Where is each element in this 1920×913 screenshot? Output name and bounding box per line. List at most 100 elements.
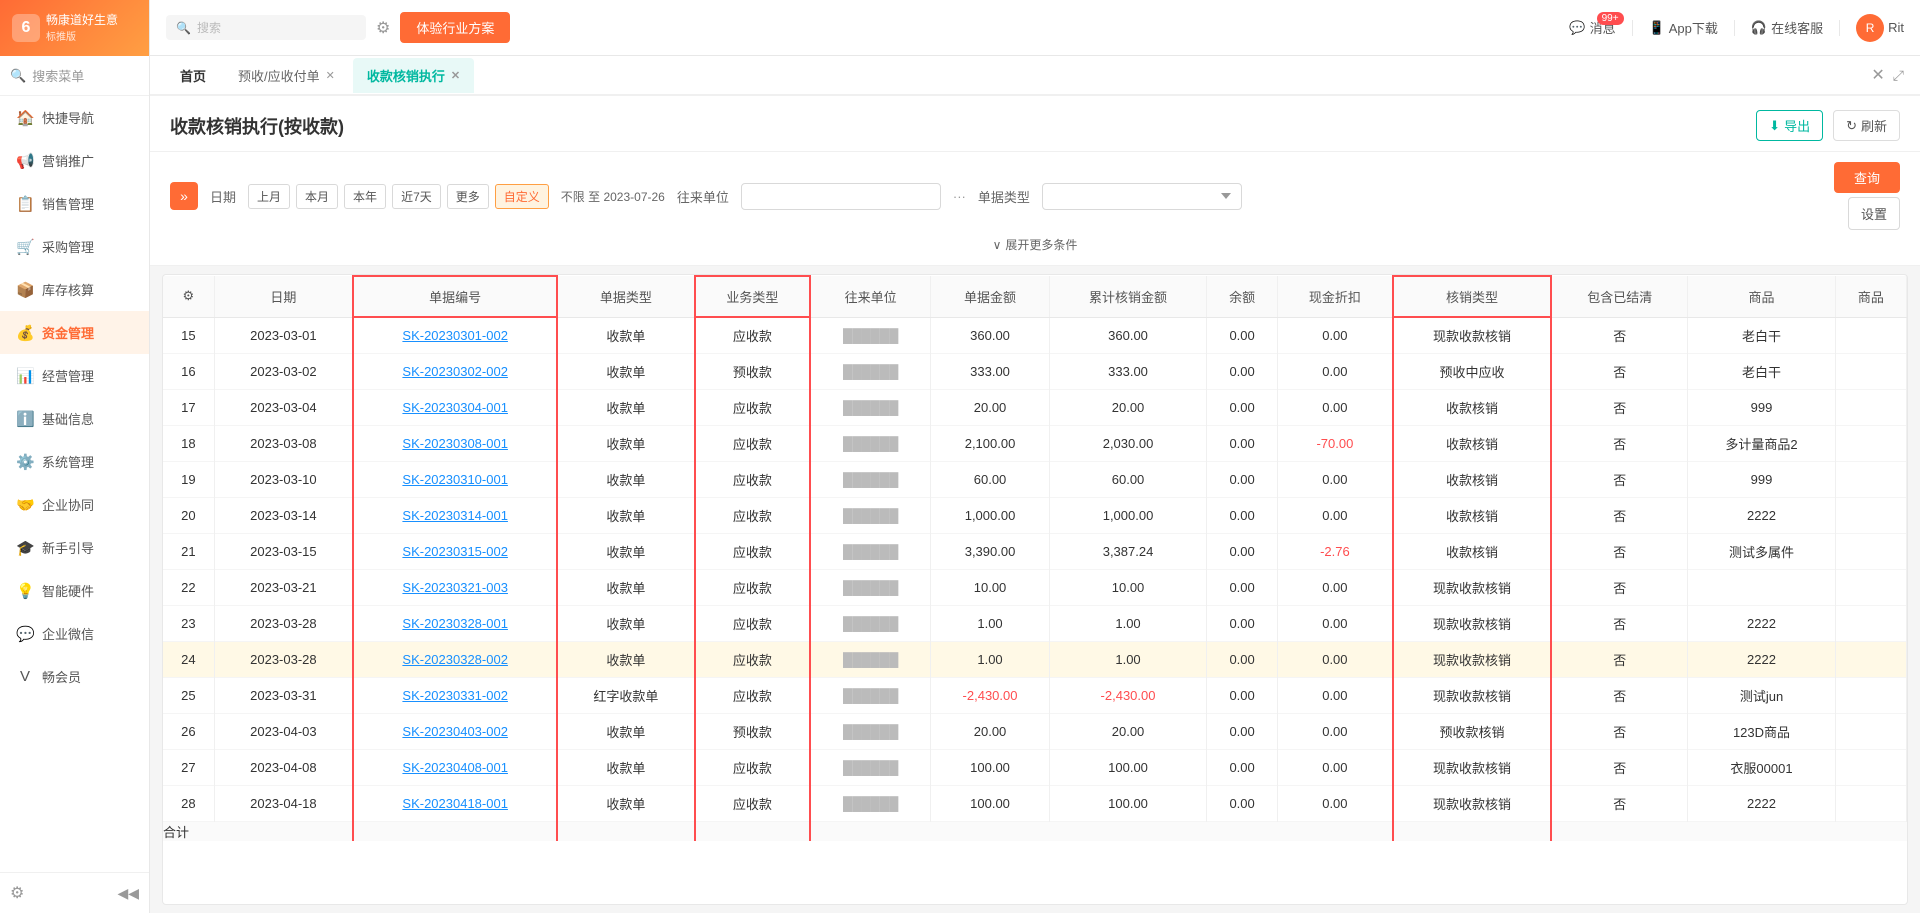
cell-goods2 xyxy=(1835,317,1906,354)
cell-voucher-no[interactable]: SK-20230315-002 xyxy=(353,534,557,570)
cell-voucher-no[interactable]: SK-20230308-001 xyxy=(353,426,557,462)
sidebar-item-operation[interactable]: 📊 经营管理 xyxy=(0,354,149,397)
expand-more-icon: ∨ xyxy=(993,238,1002,252)
voucher-link[interactable]: SK-20230304-001 xyxy=(402,400,508,415)
voucher-link[interactable]: SK-20230310-001 xyxy=(402,472,508,487)
sidebar-item-inventory[interactable]: 📦 库存核算 xyxy=(0,268,149,311)
sidebar-item-basic[interactable]: ℹ️ 基础信息 xyxy=(0,397,149,440)
cell-voucher-no[interactable]: SK-20230328-001 xyxy=(353,606,557,642)
sidebar-item-marketing[interactable]: 📢 营销推广 xyxy=(0,139,149,182)
sidebar-item-wechat[interactable]: 💬 企业微信 xyxy=(0,612,149,655)
cell-voucher-no[interactable]: SK-20230314-001 xyxy=(353,498,557,534)
cell-voucher-no[interactable]: SK-20230408-001 xyxy=(353,750,557,786)
tab-collection[interactable]: 收款核销执行 ✕ xyxy=(353,58,474,93)
tab-home[interactable]: 首页 xyxy=(166,58,220,93)
voucher-link[interactable]: SK-20230301-002 xyxy=(402,328,508,343)
voucher-link[interactable]: SK-20230314-001 xyxy=(402,508,508,523)
cell-voucher-no[interactable]: SK-20230403-002 xyxy=(353,714,557,750)
solution-button[interactable]: 体验行业方案 xyxy=(400,12,510,43)
sidebar-item-corp[interactable]: 🤝 企业协同 xyxy=(0,483,149,526)
voucher-link[interactable]: SK-20230308-001 xyxy=(402,436,508,451)
this-month-btn[interactable]: 本月 xyxy=(296,184,338,209)
sidebar-item-quick[interactable]: 🏠 快捷导航 xyxy=(0,96,149,139)
voucher-link[interactable]: SK-20230328-001 xyxy=(402,616,508,631)
sidebar-item-fund[interactable]: 💰 资金管理 xyxy=(0,311,149,354)
search-icon: 🔍 xyxy=(10,68,26,84)
app-download-btn[interactable]: 📱 App下载 xyxy=(1649,18,1718,37)
sidebar-item-sales[interactable]: 📋 销售管理 xyxy=(0,182,149,225)
custom-date-btn[interactable]: 自定义 xyxy=(495,184,549,209)
cell-amount: -2,430.00 xyxy=(931,678,1050,714)
last-7days-btn[interactable]: 近7天 xyxy=(392,184,441,209)
expand-more-bar[interactable]: ∨ 展开更多条件 xyxy=(170,230,1900,255)
online-service-btn[interactable]: 🎧 在线客服 xyxy=(1751,18,1823,37)
close-all-icon[interactable]: ✕ xyxy=(1871,65,1884,85)
cell-date: 2023-03-15 xyxy=(214,534,353,570)
table-row: 25 2023-03-31 SK-20230331-002 红字收款单 应收款 … xyxy=(163,678,1907,714)
user-menu[interactable]: R Rit xyxy=(1856,14,1904,42)
cell-voucher-no[interactable]: SK-20230418-001 xyxy=(353,786,557,822)
cell-voucher-no[interactable]: SK-20230328-002 xyxy=(353,642,557,678)
settings-button[interactable]: 设置 xyxy=(1848,197,1900,230)
partner-input[interactable] xyxy=(741,183,941,210)
query-button[interactable]: 查询 xyxy=(1834,162,1900,193)
cell-goods2 xyxy=(1835,426,1906,462)
voucher-link[interactable]: SK-20230418-001 xyxy=(402,796,508,811)
collapse-btn[interactable]: ◀◀ xyxy=(117,885,139,902)
voucher-link[interactable]: SK-20230331-002 xyxy=(402,688,508,703)
last-month-btn[interactable]: 上月 xyxy=(248,184,290,209)
voucher-link[interactable]: SK-20230302-002 xyxy=(402,364,508,379)
cell-voucher-no[interactable]: SK-20230301-002 xyxy=(353,317,557,354)
cell-voucher-no[interactable]: SK-20230331-002 xyxy=(353,678,557,714)
cell-cancel-type: 现款收款核销 xyxy=(1393,317,1552,354)
cell-date: 2023-04-03 xyxy=(214,714,353,750)
this-year-btn[interactable]: 本年 xyxy=(344,184,386,209)
voucher-type-select[interactable] xyxy=(1042,183,1242,210)
th-setting[interactable]: ⚙ xyxy=(163,276,214,317)
voucher-link[interactable]: SK-20230328-002 xyxy=(402,652,508,667)
refresh-button[interactable]: ↻ 刷新 xyxy=(1833,110,1900,141)
basic-icon: ℹ️ xyxy=(16,410,34,428)
cell-voucher-no[interactable]: SK-20230310-001 xyxy=(353,462,557,498)
filter-expand-button[interactable]: » xyxy=(170,182,198,210)
sidebar-search[interactable]: 🔍 搜索菜单 xyxy=(0,56,149,96)
voucher-link[interactable]: SK-20230403-002 xyxy=(402,724,508,739)
voucher-link[interactable]: SK-20230315-002 xyxy=(402,544,508,559)
sidebar-item-purchase[interactable]: 🛒 采购管理 xyxy=(0,225,149,268)
cell-voucher-no[interactable]: SK-20230304-001 xyxy=(353,390,557,426)
cell-voucher-no[interactable]: SK-20230302-002 xyxy=(353,354,557,390)
cell-balance: 0.00 xyxy=(1207,642,1278,678)
settings-icon[interactable]: ⚙ xyxy=(10,883,24,903)
sidebar-item-hardware[interactable]: 💡 智能硬件 xyxy=(0,569,149,612)
message-button[interactable]: 💬 消息 99+ xyxy=(1569,18,1615,37)
maximize-icon[interactable]: ⤢ xyxy=(1893,67,1904,84)
cell-no: 20 xyxy=(163,498,214,534)
more-date-btn[interactable]: 更多 xyxy=(447,184,489,209)
cell-cumulative: 333.00 xyxy=(1049,354,1206,390)
cell-balance: 0.00 xyxy=(1207,498,1278,534)
cell-no: 22 xyxy=(163,570,214,606)
sidebar-item-member[interactable]: V 畅会员 xyxy=(0,655,149,698)
partner-filter-label: 往来单位 xyxy=(677,187,729,206)
cell-include-settled: 否 xyxy=(1551,750,1687,786)
collection-tab-label: 收款核销执行 xyxy=(367,66,445,85)
cell-no: 27 xyxy=(163,750,214,786)
table-row: 28 2023-04-18 SK-20230418-001 收款单 应收款 ██… xyxy=(163,786,1907,822)
sidebar-item-guide[interactable]: 🎓 新手引导 xyxy=(0,526,149,569)
cell-partner: ██████ xyxy=(810,390,930,426)
export-button[interactable]: ⬇ 导出 xyxy=(1756,110,1823,141)
sidebar-item-system[interactable]: ⚙️ 系统管理 xyxy=(0,440,149,483)
tab-close-icon[interactable]: ✕ xyxy=(451,69,460,82)
tab-close-icon[interactable]: ✕ xyxy=(326,69,335,82)
cell-voucher-type: 收款单 xyxy=(557,534,694,570)
cell-goods2 xyxy=(1835,750,1906,786)
cell-voucher-no[interactable]: SK-20230321-003 xyxy=(353,570,557,606)
gear-icon[interactable]: ⚙ xyxy=(376,18,390,38)
voucher-link[interactable]: SK-20230408-001 xyxy=(402,760,508,775)
cell-partner: ██████ xyxy=(810,534,930,570)
tab-prepay[interactable]: 预收/应收付单 ✕ xyxy=(224,58,349,93)
voucher-link[interactable]: SK-20230321-003 xyxy=(402,580,508,595)
topbar-search-wrap[interactable]: 🔍 搜索 xyxy=(166,15,366,40)
cell-voucher-type: 收款单 xyxy=(557,354,694,390)
more-filter-btn[interactable]: ··· xyxy=(953,189,966,204)
